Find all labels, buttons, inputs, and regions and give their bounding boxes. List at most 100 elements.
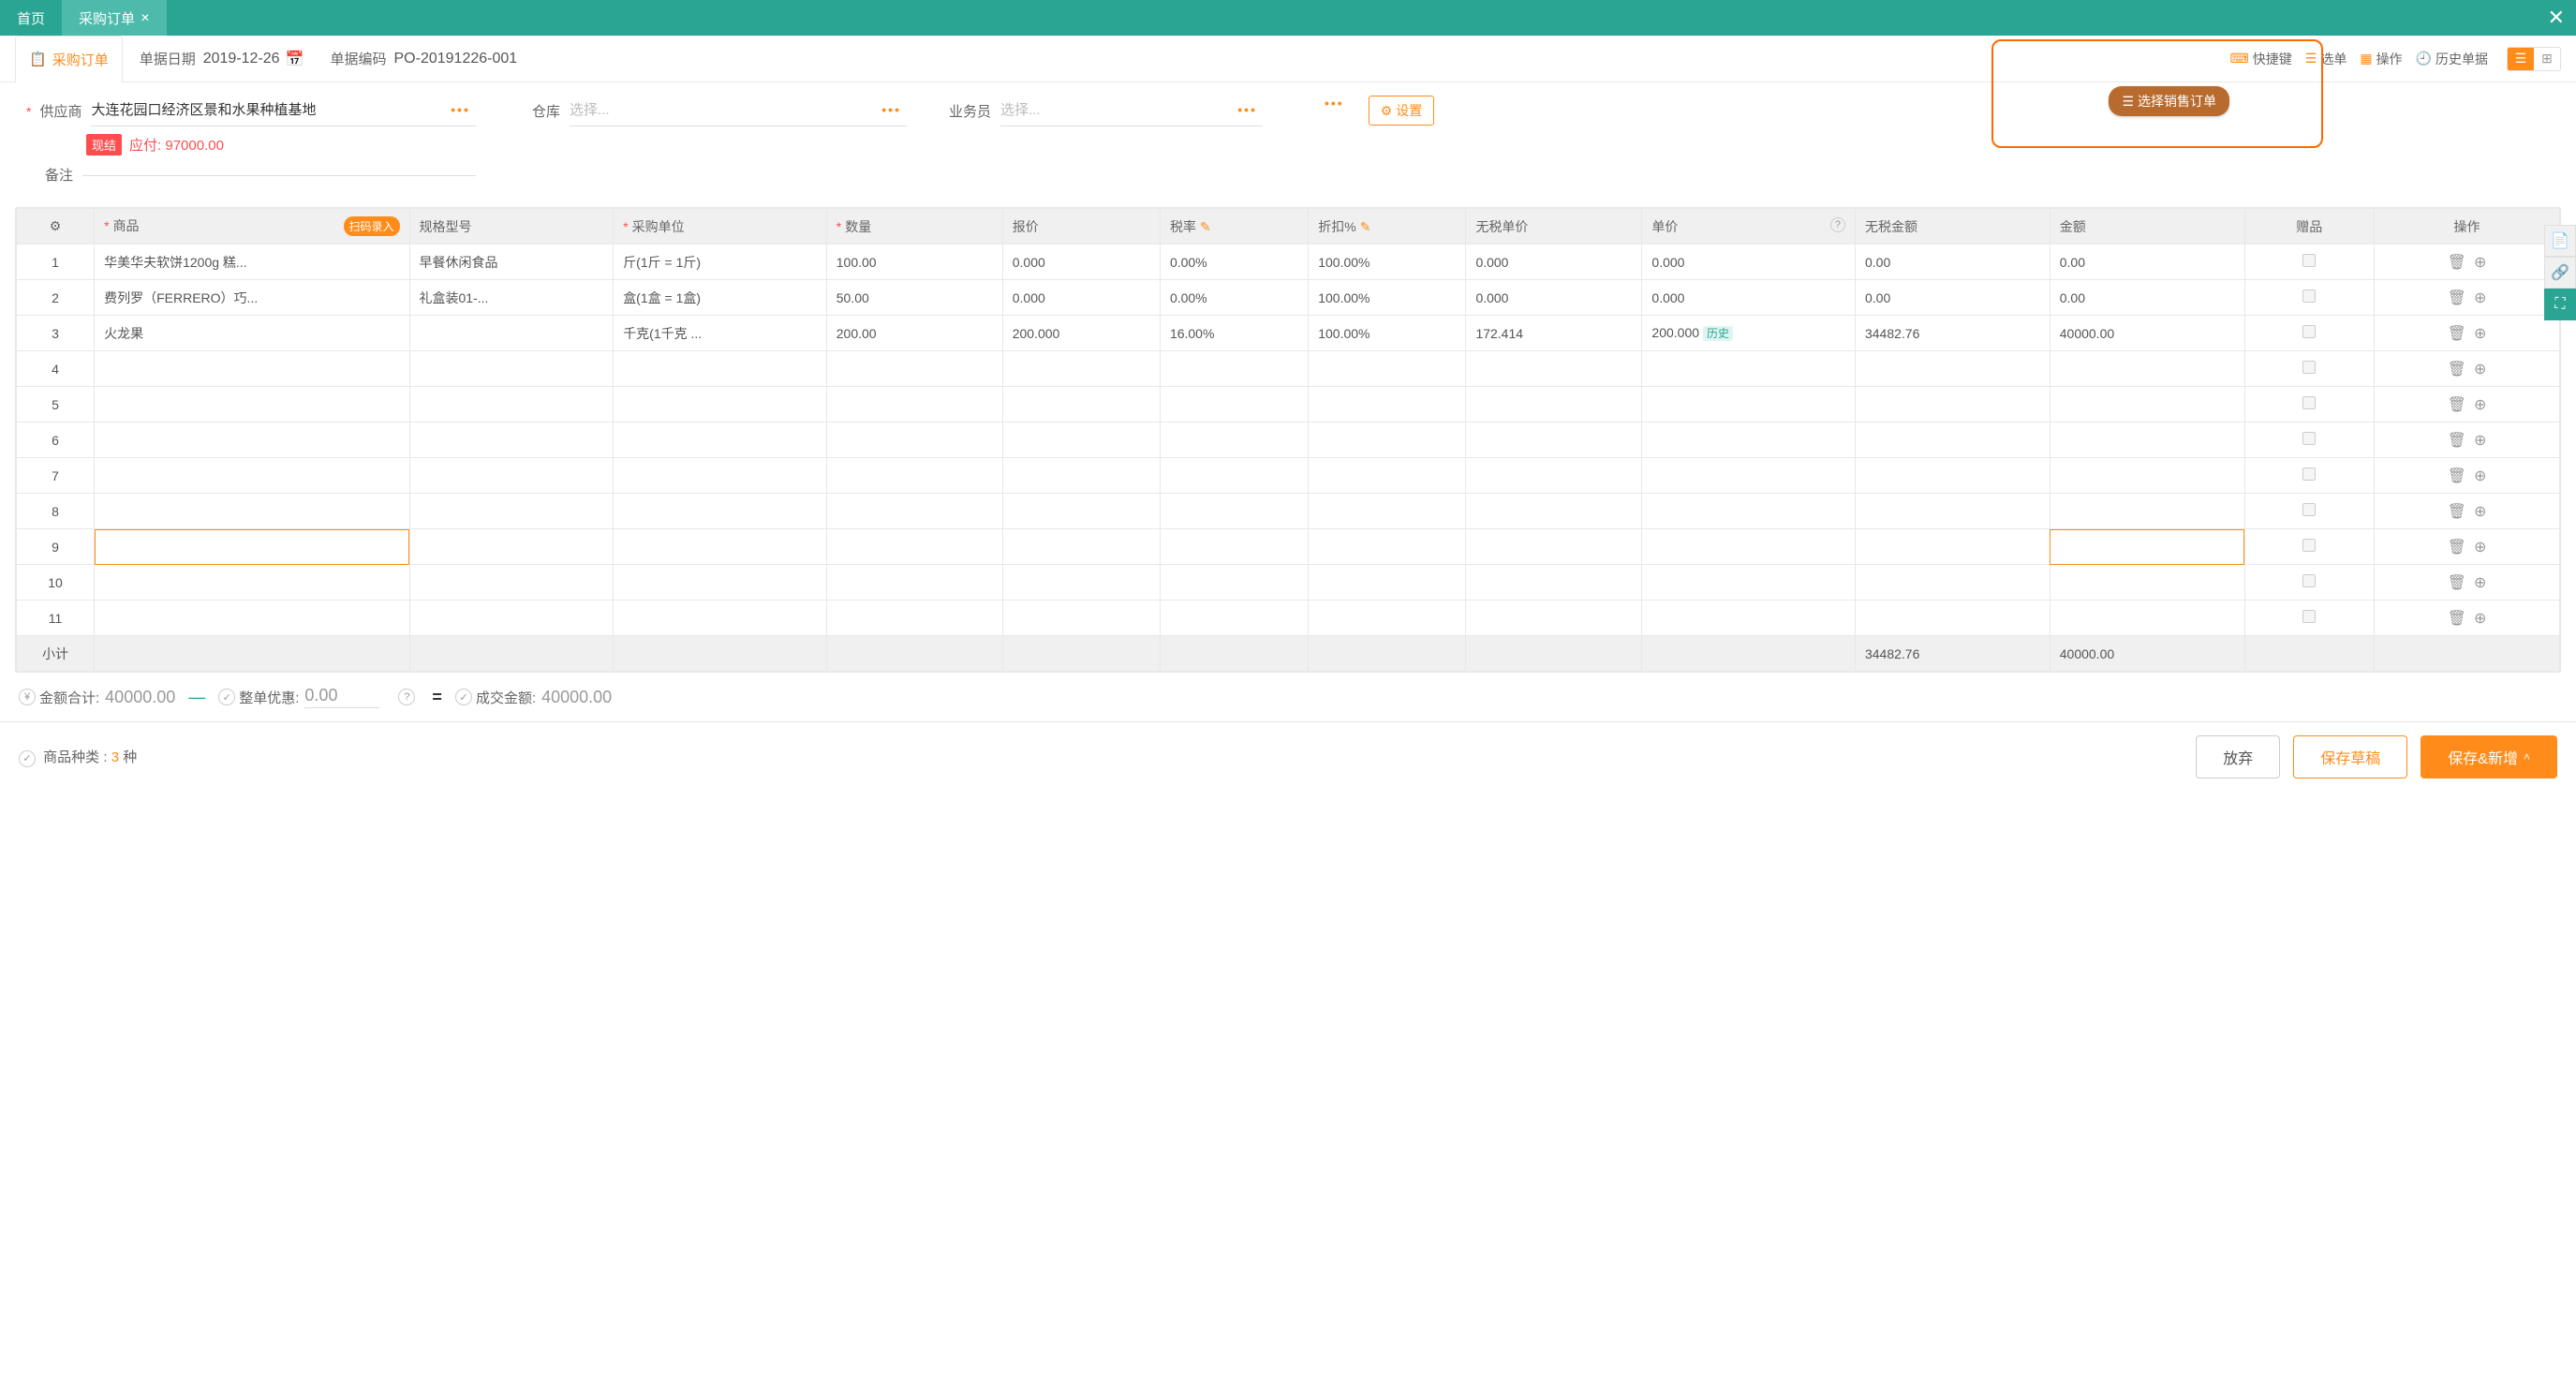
discount-cell[interactable] (1309, 529, 1466, 565)
quote-cell[interactable] (1002, 387, 1160, 423)
delete-icon[interactable]: 🗑 (2448, 504, 2466, 520)
notax-price-cell[interactable] (1466, 565, 1642, 601)
gift-cell[interactable] (2244, 494, 2375, 529)
add-row-icon[interactable]: ⊕ (2474, 290, 2486, 306)
amount-cell[interactable] (2050, 601, 2244, 636)
quote-cell[interactable] (1002, 494, 1160, 529)
rail-link-icon[interactable]: 🔗 (2544, 257, 2576, 289)
add-row-icon[interactable]: ⊕ (2474, 326, 2486, 342)
gift-cell[interactable] (2244, 351, 2375, 387)
more-icon[interactable]: ••• (1232, 102, 1263, 117)
product-cell[interactable] (95, 423, 409, 458)
qty-cell[interactable] (826, 601, 1002, 636)
tax-cell[interactable] (1160, 458, 1308, 494)
gift-cell[interactable] (2244, 565, 2375, 601)
gift-checkbox[interactable] (2302, 467, 2316, 481)
notax-amount-cell[interactable] (1855, 458, 2050, 494)
col-action[interactable]: 操作 (2375, 209, 2560, 245)
gift-checkbox[interactable] (2302, 289, 2316, 303)
view-list-icon[interactable]: ☰ (2508, 48, 2534, 70)
qty-cell[interactable] (826, 458, 1002, 494)
price-cell[interactable] (1642, 565, 1856, 601)
notax-price-cell[interactable] (1466, 423, 1642, 458)
edit-icon[interactable]: ✎ (1200, 219, 1211, 234)
price-cell[interactable] (1642, 387, 1856, 423)
select-sales-order-button[interactable]: ☰ 选择销售订单 (2109, 86, 2229, 116)
amount-cell[interactable] (2050, 351, 2244, 387)
add-row-icon[interactable]: ⊕ (2474, 362, 2486, 378)
notax-price-cell[interactable] (1466, 494, 1642, 529)
notax-amount-cell[interactable] (1855, 529, 2050, 565)
qty-cell[interactable] (826, 423, 1002, 458)
tax-cell[interactable] (1160, 494, 1308, 529)
col-notax-amount[interactable]: 无税金额 (1855, 209, 2050, 245)
unit-cell[interactable] (614, 601, 827, 636)
tax-cell[interactable] (1160, 529, 1308, 565)
gift-cell[interactable] (2244, 245, 2375, 280)
amount-cell[interactable] (2050, 529, 2244, 565)
delete-icon[interactable]: 🗑 (2448, 468, 2466, 484)
gift-cell[interactable] (2244, 387, 2375, 423)
save-draft-button[interactable]: 保存草稿 (2293, 735, 2407, 778)
spec-cell[interactable] (409, 387, 614, 423)
gear-column[interactable]: ⚙ (17, 209, 95, 245)
col-product[interactable]: *商品扫码录入 (95, 209, 409, 245)
col-discount[interactable]: 折扣%✎ (1309, 209, 1466, 245)
notax-price-cell[interactable] (1466, 601, 1642, 636)
product-cell[interactable] (95, 351, 409, 387)
amount-cell[interactable] (2050, 565, 2244, 601)
history-tag[interactable]: 历史 (1703, 326, 1733, 341)
quote-cell[interactable] (1002, 601, 1160, 636)
save-new-button[interactable]: 保存&新增˄ (2421, 735, 2557, 778)
discount-cell[interactable] (1309, 423, 1466, 458)
gift-checkbox[interactable] (2302, 396, 2316, 409)
rail-note-icon[interactable]: 📄 (2544, 225, 2576, 257)
notax-amount-cell[interactable] (1855, 351, 2050, 387)
spec-cell[interactable] (409, 601, 614, 636)
spec-cell[interactable] (409, 529, 614, 565)
notax-price-cell[interactable] (1466, 387, 1642, 423)
add-row-icon[interactable]: ⊕ (2474, 468, 2486, 484)
delete-icon[interactable]: 🗑 (2448, 326, 2466, 342)
discount-cell[interactable] (1309, 458, 1466, 494)
quote-cell[interactable] (1002, 351, 1160, 387)
gift-cell[interactable] (2244, 316, 2375, 351)
rail-expand-icon[interactable]: ⛶ (2544, 289, 2576, 320)
delete-icon[interactable]: 🗑 (2448, 575, 2466, 591)
notax-amount-cell[interactable] (1855, 387, 2050, 423)
gift-checkbox[interactable] (2302, 432, 2316, 445)
product-cell[interactable] (95, 494, 409, 529)
unit-cell[interactable] (614, 351, 827, 387)
tax-cell[interactable] (1160, 601, 1308, 636)
delete-icon[interactable]: 🗑 (2448, 397, 2466, 413)
delete-icon[interactable]: 🗑 (2448, 611, 2466, 627)
date-value[interactable]: 2019-12-26 (203, 51, 280, 67)
add-row-icon[interactable]: ⊕ (2474, 433, 2486, 449)
gift-checkbox[interactable] (2302, 254, 2316, 267)
price-cell[interactable] (1642, 494, 1856, 529)
amount-cell[interactable]: 0.00 (2050, 245, 2244, 280)
gift-cell[interactable] (2244, 529, 2375, 565)
settings-button[interactable]: ⚙设置 (1369, 96, 1435, 126)
calendar-icon[interactable]: 📅 (286, 50, 304, 68)
discount-value[interactable]: 0.00 (304, 686, 379, 708)
gift-checkbox[interactable] (2302, 361, 2316, 374)
operations-button[interactable]: ▦操作 (2360, 50, 2402, 68)
supplier-field[interactable]: 大连花园口经济区景和水果种植基地 ••• (91, 96, 476, 126)
col-qty[interactable]: *数量 (826, 209, 1002, 245)
col-notax-price[interactable]: 无税单价 (1466, 209, 1642, 245)
price-cell[interactable] (1642, 601, 1856, 636)
quote-cell[interactable]: 200.000 (1002, 316, 1160, 351)
qty-cell[interactable] (826, 494, 1002, 529)
discount-cell[interactable] (1309, 565, 1466, 601)
amount-cell[interactable]: 40000.00 (2050, 316, 2244, 351)
notax-amount-cell[interactable] (1855, 565, 2050, 601)
discount-cell[interactable] (1309, 387, 1466, 423)
quote-cell[interactable] (1002, 423, 1160, 458)
doc-type-tab[interactable]: 📋 采购订单 (15, 36, 123, 82)
gift-checkbox[interactable] (2302, 325, 2316, 338)
delete-icon[interactable]: 🗑 (2448, 255, 2466, 271)
spec-cell[interactable] (409, 494, 614, 529)
notax-amount-cell[interactable]: 0.00 (1855, 245, 2050, 280)
add-row-icon[interactable]: ⊕ (2474, 255, 2486, 271)
